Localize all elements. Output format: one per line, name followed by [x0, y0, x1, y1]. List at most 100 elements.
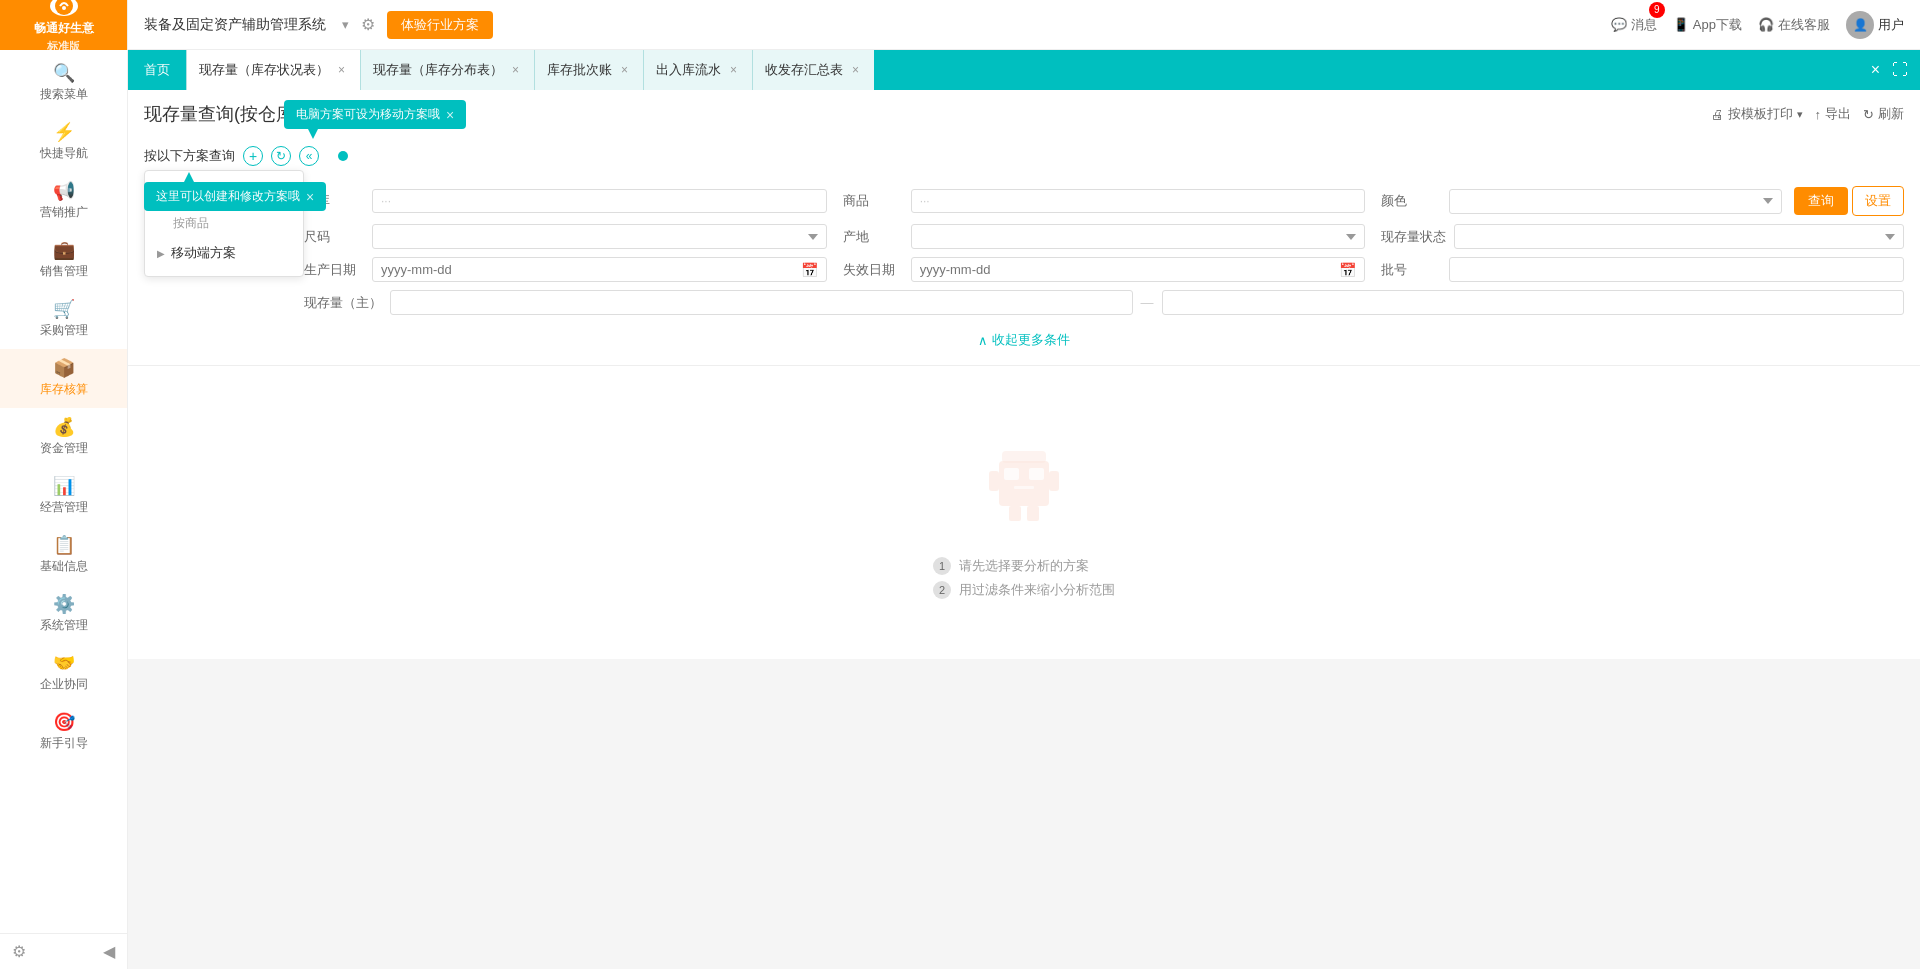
- collapse-sidebar-icon[interactable]: ◀: [103, 942, 115, 961]
- main-content: 装备及固定资产辅助管理系统 ▾ ⚙ 体验行业方案 💬 9 消息 📱 App下载 …: [128, 0, 1920, 969]
- tab-bar: 首页 现存量（库存状况表） × 现存量（库存分布表） × 库存批次账 × 出入库…: [128, 50, 1920, 90]
- tab-summary-label: 收发存汇总表: [765, 61, 843, 79]
- app-logo: 畅通好生意 标准版: [0, 0, 127, 50]
- sidebar-bottom: ⚙ ◀: [0, 933, 127, 969]
- filter-dots-icon: ···: [381, 194, 391, 208]
- settings-bottom-icon[interactable]: ⚙: [12, 942, 26, 961]
- collapse-button[interactable]: ∧ 收起更多条件: [144, 323, 1904, 357]
- tab-inventory-distribution[interactable]: 现存量（库存分布表） ×: [360, 50, 534, 90]
- query-button[interactable]: 查询: [1794, 187, 1848, 215]
- collapse-label: 收起更多条件: [992, 331, 1070, 349]
- tab-summary[interactable]: 收发存汇总表 ×: [752, 50, 874, 90]
- refresh-button[interactable]: ↻ 刷新: [1863, 105, 1904, 123]
- empty-state: 1 请先选择要分析的方案 2 用过滤条件来缩小分析范围: [128, 366, 1920, 659]
- app-download-button[interactable]: 📱 App下载: [1673, 16, 1742, 34]
- page-content: 现存量查询(按仓库+商品) 🖨 按模板打印 ▾ ↑ 导出 ↻ 刷新: [128, 90, 1920, 969]
- filter-batch-label: 批号: [1381, 261, 1441, 279]
- svg-rect-10: [1002, 451, 1046, 463]
- app-download-label: App下载: [1693, 16, 1742, 34]
- filter-color: 颜色 查询 设置: [1381, 186, 1904, 216]
- tab-inventory-distribution-close[interactable]: ×: [509, 62, 522, 78]
- tab-close-all-button[interactable]: ×: [1867, 57, 1884, 83]
- tooltip-arrow-up: [184, 172, 194, 182]
- print-icon: 🖨: [1711, 107, 1724, 122]
- svg-point-1: [62, 6, 66, 10]
- tab-inventory-status-close[interactable]: ×: [335, 62, 348, 78]
- sidebar-item-marketing[interactable]: 📢 营销推广: [0, 172, 127, 231]
- scheme-tooltip-close[interactable]: ×: [446, 107, 454, 123]
- empty-illustration: [974, 426, 1074, 545]
- filter-product: 商品 ···: [843, 186, 1366, 216]
- sidebar-item-purchase[interactable]: 🛒 采购管理: [0, 290, 127, 349]
- tab-batch-account[interactable]: 库存批次账 ×: [534, 50, 643, 90]
- sidebar-item-search[interactable]: 🔍 搜索菜单: [0, 54, 127, 113]
- filter-product-dots-icon: ···: [920, 194, 930, 208]
- setting-button[interactable]: 设置: [1852, 186, 1904, 216]
- scheme-tooltip: 电脑方案可设为移动方案哦 ×: [284, 100, 466, 129]
- tab-inventory-status[interactable]: 现存量（库存状况表） ×: [186, 50, 360, 90]
- filter-expire-date-from[interactable]: 📅: [911, 257, 1366, 282]
- print-dropdown-icon: ▾: [1797, 108, 1803, 121]
- logo-icon: [50, 0, 78, 16]
- filter-size-select[interactable]: [372, 224, 827, 249]
- scheme-sub-item[interactable]: 按商品: [145, 209, 303, 238]
- edit-tooltip-close[interactable]: ×: [306, 189, 314, 205]
- filter-color-select[interactable]: [1449, 189, 1782, 214]
- filter-expire-date-input[interactable]: [912, 258, 1332, 281]
- chevron-up-icon: ∧: [978, 333, 988, 348]
- sidebar-item-inventory[interactable]: 📦 库存核算: [0, 349, 127, 408]
- empty-hint-1: 1 请先选择要分析的方案: [933, 557, 1089, 575]
- scheme-mobile-item[interactable]: ▶ 移动端方案: [145, 238, 303, 268]
- tab-flow-close[interactable]: ×: [727, 62, 740, 78]
- svg-rect-8: [1009, 506, 1021, 521]
- tab-home[interactable]: 首页: [128, 50, 186, 90]
- sidebar-item-enterprise[interactable]: 🤝 企业协同: [0, 644, 127, 703]
- sidebar-item-nav-label: 快捷导航: [40, 145, 88, 162]
- user-profile-button[interactable]: 👤 用户: [1846, 11, 1904, 39]
- filter-origin-select[interactable]: [911, 224, 1366, 249]
- svg-rect-6: [989, 471, 999, 491]
- calendar-icon-expire[interactable]: 📅: [1331, 262, 1364, 278]
- filter-back-button[interactable]: «: [299, 146, 319, 166]
- filter-stock-qty-from[interactable]: [390, 290, 1133, 315]
- calendar-icon-prod-from[interactable]: 📅: [793, 262, 826, 278]
- sidebar-item-guide[interactable]: 🎯 新手引导: [0, 703, 127, 762]
- empty-hint-2: 2 用过滤条件来缩小分析范围: [933, 581, 1115, 599]
- system-dropdown-icon[interactable]: ▾: [342, 17, 349, 32]
- export-button[interactable]: ↑ 导出: [1815, 105, 1852, 123]
- sidebar-item-basic[interactable]: 📋 基础信息: [0, 526, 127, 585]
- trial-button[interactable]: 体验行业方案: [387, 11, 493, 39]
- svg-rect-9: [1027, 506, 1039, 521]
- sidebar-item-finance[interactable]: 💰 资金管理: [0, 408, 127, 467]
- tab-batch-account-close[interactable]: ×: [618, 62, 631, 78]
- tab-fullscreen-button[interactable]: ⛶: [1888, 57, 1912, 83]
- online-support-label: 在线客服: [1778, 16, 1830, 34]
- sidebar-menu: 🔍 搜索菜单 ⚡ 快捷导航 📢 营销推广 💼 销售管理 🛒 采购管理 📦 库存核…: [0, 50, 127, 933]
- filter-refresh-button[interactable]: ↻: [271, 146, 291, 166]
- message-button[interactable]: 💬 9 消息: [1611, 16, 1657, 34]
- filter-stock-status-select[interactable]: [1454, 224, 1904, 249]
- tab-flow[interactable]: 出入库流水 ×: [643, 50, 752, 90]
- inventory-icon: 📦: [53, 359, 75, 377]
- online-support-button[interactable]: 🎧 在线客服: [1758, 16, 1830, 34]
- nav-icon: ⚡: [53, 123, 75, 141]
- sidebar-item-sales[interactable]: 💼 销售管理: [0, 231, 127, 290]
- app-version: 标准版: [47, 39, 80, 54]
- empty-hints: 1 请先选择要分析的方案 2 用过滤条件来缩小分析范围: [933, 557, 1115, 599]
- filter-product-input[interactable]: ···: [911, 189, 1366, 213]
- sidebar-item-operations[interactable]: 📊 经营管理: [0, 467, 127, 526]
- filter-stock-qty-to[interactable]: [1162, 290, 1905, 315]
- filter-prod-date-from[interactable]: 📅: [372, 257, 827, 282]
- tab-home-label: 首页: [144, 61, 170, 79]
- filter-add-button[interactable]: +: [243, 146, 263, 166]
- filter-batch-input[interactable]: [1449, 257, 1904, 282]
- refresh-label: 刷新: [1878, 105, 1904, 123]
- sidebar-item-system[interactable]: ⚙️ 系统管理: [0, 585, 127, 644]
- header-settings-button[interactable]: ⚙: [361, 15, 375, 34]
- sidebar-item-nav[interactable]: ⚡ 快捷导航: [0, 113, 127, 172]
- filter-prod-date-from-input[interactable]: [373, 258, 793, 281]
- edit-tooltip-wrapper: 这里可以创建和修改方案哦 ×: [144, 182, 326, 211]
- tab-summary-close[interactable]: ×: [849, 62, 862, 78]
- filter-warehouse-input[interactable]: ···: [372, 189, 827, 213]
- print-button[interactable]: 🖨 按模板打印 ▾: [1711, 105, 1803, 123]
